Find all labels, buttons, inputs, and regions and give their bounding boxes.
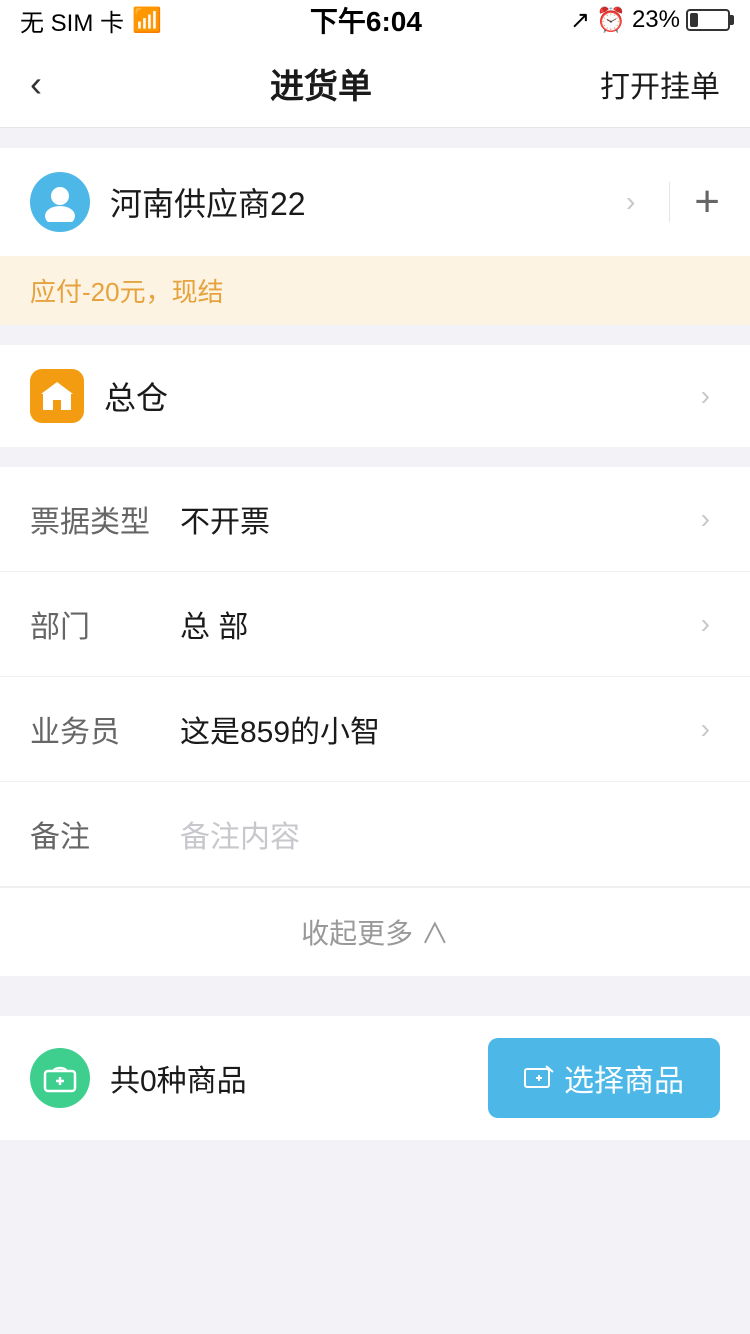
location-icon: ↗	[570, 6, 590, 35]
carrier-text: 无 SIM 卡	[20, 3, 124, 38]
open-pending-button[interactable]: 打开挂单	[600, 62, 720, 106]
status-time: 下午6:04	[310, 0, 422, 40]
section-gap-2	[0, 325, 750, 345]
select-product-button[interactable]: 选择商品	[488, 1038, 720, 1118]
status-bar: 无 SIM 卡 📶 下午6:04 ↗ ⏰ 23%	[0, 0, 750, 40]
warehouse-row[interactable]: 总仓 ›	[0, 345, 750, 447]
section-gap-3	[0, 447, 750, 467]
warehouse-icon	[30, 369, 84, 423]
status-left: 无 SIM 卡 📶	[20, 3, 162, 38]
product-icon	[30, 1048, 90, 1108]
invoice-type-value: 不开票	[160, 497, 701, 541]
sales-rep-label: 业务员	[30, 707, 160, 751]
remark-row[interactable]: 备注 备注内容	[0, 782, 750, 887]
department-value: 总 部	[160, 602, 701, 646]
section-gap-1	[0, 128, 750, 148]
product-count-label: 共0种商品	[110, 1056, 488, 1100]
sales-rep-value: 这是859的小智	[160, 707, 701, 751]
collapse-label: 收起更多 ∧	[301, 918, 449, 949]
department-chevron-icon: ›	[701, 608, 710, 640]
select-product-label: 选择商品	[564, 1056, 684, 1100]
remark-label: 备注	[30, 812, 160, 856]
invoice-type-label: 票据类型	[30, 497, 160, 541]
form-section: 票据类型 不开票 › 部门 总 部 › 业务员 这是859的小智 › 备注 备注…	[0, 467, 750, 976]
warehouse-name: 总仓	[104, 373, 701, 419]
wifi-icon: 📶	[132, 6, 162, 35]
supplier-avatar	[30, 172, 90, 232]
sales-rep-chevron-icon: ›	[701, 713, 710, 745]
battery-icon	[686, 9, 730, 31]
supplier-chevron-icon: ›	[626, 186, 635, 218]
collapse-button[interactable]: 收起更多 ∧	[0, 887, 750, 976]
supplier-section: 河南供应商22 › + 应付-20元，现结	[0, 148, 750, 325]
invoice-type-chevron-icon: ›	[701, 503, 710, 535]
warehouse-chevron-icon: ›	[701, 380, 710, 412]
section-gap-4	[0, 976, 750, 996]
department-label: 部门	[30, 602, 160, 646]
nav-bar: ‹ 进货单 打开挂单	[0, 40, 750, 128]
sales-rep-row[interactable]: 业务员 这是859的小智 ›	[0, 677, 750, 782]
page-title: 进货单	[270, 59, 372, 108]
supplier-divider	[669, 182, 670, 222]
battery-text: 23%	[632, 6, 680, 34]
supplier-name: 河南供应商22	[110, 179, 626, 225]
invoice-type-row[interactable]: 票据类型 不开票 ›	[0, 467, 750, 572]
add-supplier-button[interactable]: +	[694, 177, 720, 227]
supplier-row[interactable]: 河南供应商22 › +	[0, 148, 750, 256]
back-button[interactable]: ‹	[30, 63, 42, 105]
product-bar: 共0种商品 选择商品	[0, 1016, 750, 1140]
department-row[interactable]: 部门 总 部 ›	[0, 572, 750, 677]
alarm-icon: ⏰	[596, 6, 626, 35]
status-right: ↗ ⏰ 23%	[570, 6, 730, 35]
notice-bar: 应付-20元，现结	[0, 256, 750, 325]
remark-input[interactable]: 备注内容	[160, 812, 720, 856]
